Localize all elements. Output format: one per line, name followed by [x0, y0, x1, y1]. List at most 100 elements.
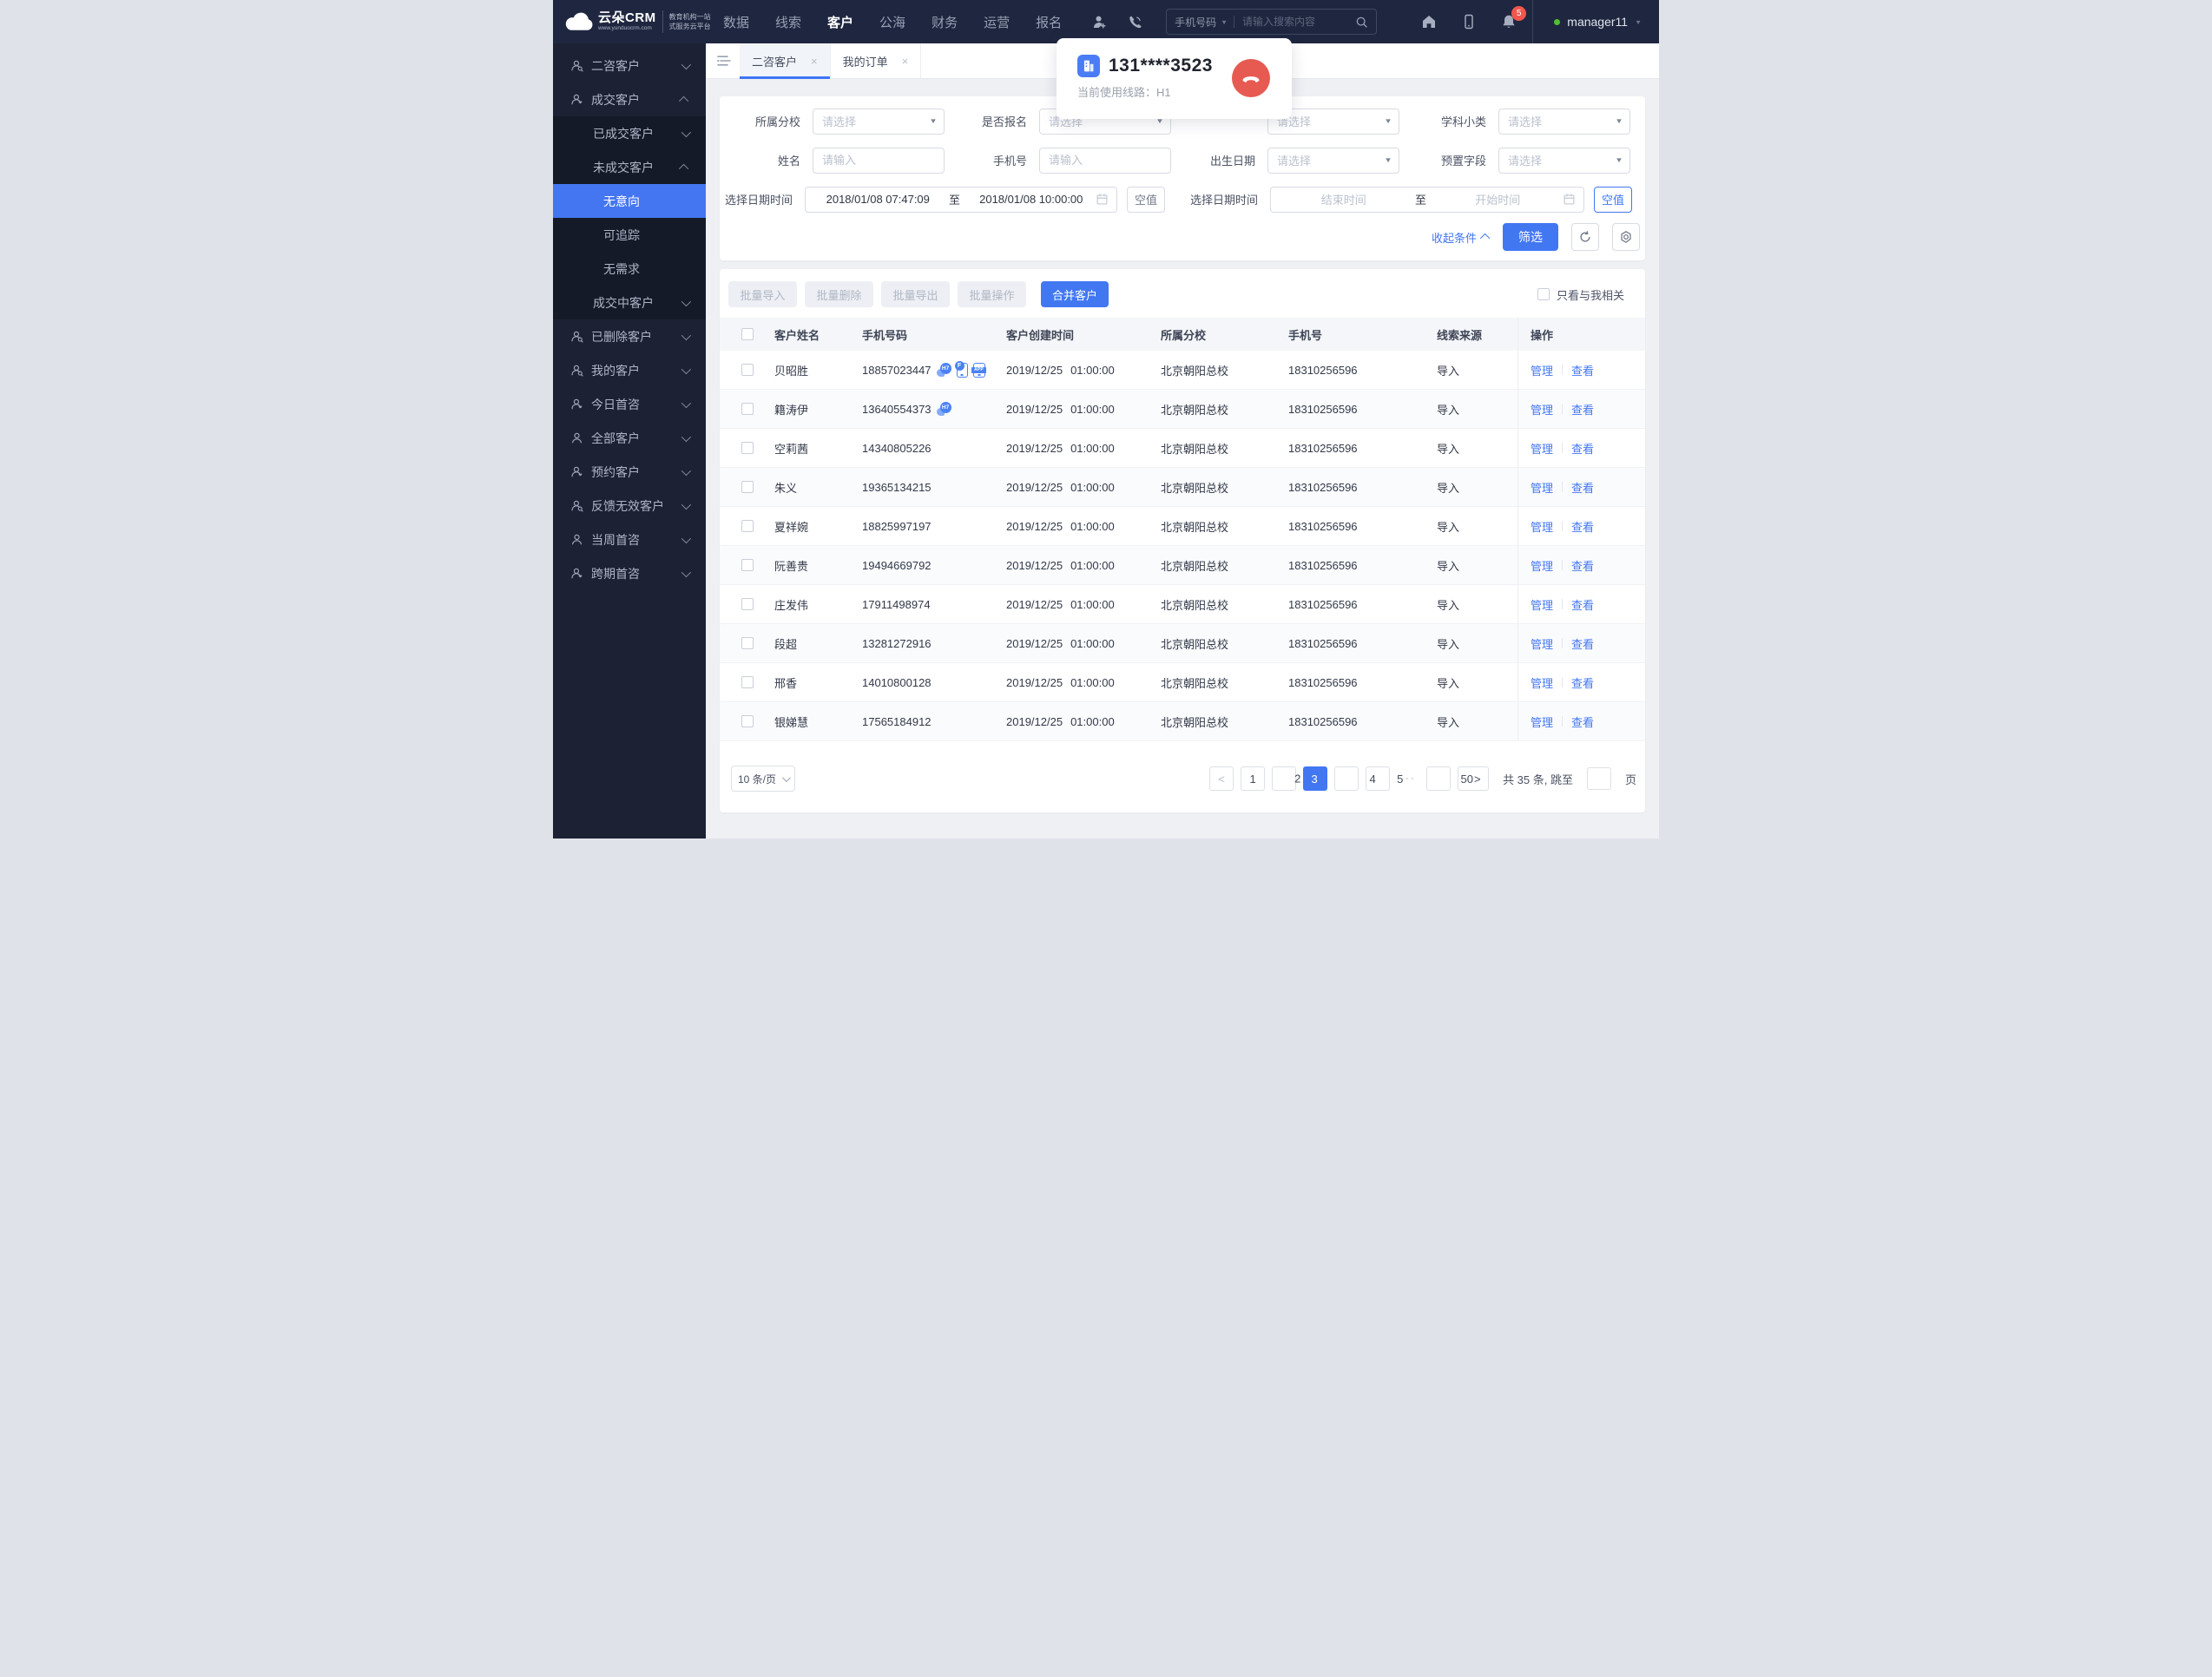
- row-checkbox[interactable]: [741, 481, 754, 493]
- add-person-icon[interactable]: [1091, 14, 1108, 30]
- app-icon[interactable]: APP: [971, 362, 987, 378]
- search-category-select[interactable]: 手机号码 ▼: [1175, 15, 1228, 30]
- page-label-5[interactable]: 5 ··: [1397, 773, 1419, 786]
- sidebar-item-today-first-consult[interactable]: 今日首咨: [553, 387, 706, 421]
- h7-icon[interactable]: H7: [936, 363, 951, 378]
- date-range-picker-1[interactable]: 2018/01/08 07:47:09 至 2018/01/08 10:00:0…: [805, 186, 1117, 213]
- sidebar-item-cross-period-first-consult[interactable]: 跨期首咨: [553, 556, 706, 590]
- phone-input[interactable]: [1040, 148, 1170, 173]
- row-checkbox[interactable]: [741, 676, 754, 688]
- nav-item-operations[interactable]: 运营: [984, 13, 1010, 31]
- mobile-icon[interactable]: [1460, 13, 1478, 30]
- sidebar-item-all-customers[interactable]: 全部客户: [553, 421, 706, 455]
- call-phone-icon[interactable]: [1127, 14, 1143, 30]
- manage-link[interactable]: 管理: [1531, 557, 1553, 574]
- h7-icon[interactable]: H7: [936, 402, 951, 417]
- refresh-button[interactable]: [1571, 223, 1599, 251]
- date-range-picker-2[interactable]: 结束时间 至 开始时间: [1270, 186, 1584, 213]
- row-checkbox[interactable]: [741, 637, 754, 649]
- jump-page-input[interactable]: [1586, 767, 1611, 790]
- nav-item-leads[interactable]: 线索: [775, 13, 801, 31]
- row-checkbox[interactable]: [741, 403, 754, 415]
- view-link[interactable]: 查看: [1571, 557, 1594, 574]
- sidebar-item-invalid-feedback-customers[interactable]: 反馈无效客户: [553, 489, 706, 523]
- nav-item-customers[interactable]: 客户: [827, 13, 853, 31]
- manage-link[interactable]: 管理: [1531, 362, 1553, 378]
- row-checkbox[interactable]: [741, 559, 754, 571]
- page-button-3-active[interactable]: 2 3: [1294, 766, 1328, 791]
- hangup-button[interactable]: [1232, 59, 1270, 97]
- manage-link[interactable]: 管理: [1531, 518, 1553, 535]
- page-button-empty[interactable]: [1272, 766, 1297, 791]
- view-link[interactable]: 查看: [1571, 674, 1594, 691]
- tab-second-consult-customers[interactable]: 二咨客户 ×: [740, 43, 831, 79]
- sidebar-item-deal-in-progress[interactable]: 成交中客户: [553, 286, 706, 319]
- view-link[interactable]: 查看: [1571, 596, 1594, 613]
- sidebar-item-deal-done[interactable]: 已成交客户: [553, 116, 706, 150]
- brand-logo[interactable]: 云朵CRM www.yunduocrm.com 教育机构一站 式服务云平台: [553, 10, 711, 33]
- view-link[interactable]: 查看: [1571, 401, 1594, 418]
- name-input[interactable]: [813, 148, 944, 173]
- view-link[interactable]: 查看: [1571, 518, 1594, 535]
- batch-export-button[interactable]: 批量导出: [881, 281, 950, 307]
- row-checkbox[interactable]: [741, 442, 754, 454]
- nav-item-finance[interactable]: 财务: [932, 13, 958, 31]
- batch-operate-button[interactable]: 批量操作: [958, 281, 1026, 307]
- sidebar-item-deal-not-done[interactable]: 未成交客户: [553, 150, 706, 184]
- user-menu[interactable]: manager11 ▼: [1532, 0, 1659, 43]
- collapse-conditions-link[interactable]: 收起条件: [1432, 229, 1491, 246]
- preset-field-select[interactable]: 请选择 ▼: [1498, 147, 1630, 174]
- page-button-empty[interactable]: [1426, 766, 1452, 791]
- nav-item-enrollment[interactable]: 报名: [1036, 13, 1062, 31]
- row-checkbox[interactable]: [741, 520, 754, 532]
- select-all-checkbox[interactable]: [741, 328, 754, 340]
- tab-list-icon[interactable]: [717, 43, 731, 78]
- manage-link[interactable]: 管理: [1531, 714, 1553, 730]
- birthdate-select[interactable]: 请选择 ▼: [1267, 147, 1399, 174]
- last-page-button[interactable]: 50 >: [1458, 766, 1490, 791]
- row-checkbox[interactable]: [741, 715, 754, 727]
- page-button-4[interactable]: 4: [1366, 766, 1391, 791]
- empty-value-button-2[interactable]: 空值: [1594, 186, 1632, 213]
- branch-select[interactable]: 请选择 ▼: [813, 108, 945, 135]
- manage-link[interactable]: 管理: [1531, 596, 1553, 613]
- sidebar-item-deleted-customers[interactable]: 已删除客户: [553, 319, 706, 353]
- prev-page-button[interactable]: <: [1209, 766, 1234, 791]
- nav-item-data[interactable]: 数据: [723, 13, 749, 31]
- search-icon[interactable]: [1355, 16, 1368, 29]
- manage-link[interactable]: 管理: [1531, 401, 1553, 418]
- close-icon[interactable]: ×: [902, 55, 909, 68]
- row-checkbox[interactable]: [741, 364, 754, 376]
- only-mine-checkbox[interactable]: [1537, 288, 1550, 300]
- home-icon[interactable]: [1420, 13, 1438, 30]
- manage-link[interactable]: 管理: [1531, 674, 1553, 691]
- settings-button[interactable]: [1612, 223, 1640, 251]
- search-input[interactable]: [1241, 15, 1350, 29]
- view-link[interactable]: 查看: [1571, 635, 1594, 652]
- sidebar-item-my-customers[interactable]: 我的客户: [553, 353, 706, 387]
- view-link[interactable]: 查看: [1571, 479, 1594, 496]
- manage-link[interactable]: 管理: [1531, 440, 1553, 457]
- sidebar-item-deal-customers[interactable]: 成交客户: [553, 82, 706, 116]
- per-page-select[interactable]: 10 条/页: [731, 766, 795, 792]
- merge-customers-button[interactable]: 合并客户: [1041, 281, 1109, 307]
- batch-delete-button[interactable]: 批量删除: [805, 281, 873, 307]
- f-icon[interactable]: F: [954, 360, 968, 378]
- subject-subcategory-select[interactable]: 请选择 ▼: [1498, 108, 1630, 135]
- empty-value-button-1[interactable]: 空值: [1127, 186, 1165, 213]
- notification-bell-icon[interactable]: 5: [1500, 6, 1527, 30]
- view-link[interactable]: 查看: [1571, 362, 1594, 378]
- nav-item-public-pool[interactable]: 公海: [879, 13, 905, 31]
- sidebar-item-second-consult-customers[interactable]: 二咨客户: [553, 49, 706, 82]
- sidebar-item-no-intention[interactable]: 无意向: [553, 184, 706, 218]
- filter-button[interactable]: 筛选: [1503, 223, 1558, 251]
- page-button-empty[interactable]: [1334, 766, 1359, 791]
- sidebar-item-week-first-consult[interactable]: 当周首咨: [553, 523, 706, 556]
- sidebar-item-appointment-customers[interactable]: 预约客户: [553, 455, 706, 489]
- manage-link[interactable]: 管理: [1531, 635, 1553, 652]
- sidebar-item-no-demand[interactable]: 无需求: [553, 252, 706, 286]
- batch-import-button[interactable]: 批量导入: [728, 281, 797, 307]
- view-link[interactable]: 查看: [1571, 714, 1594, 730]
- tab-my-orders[interactable]: 我的订单 ×: [830, 43, 922, 78]
- manage-link[interactable]: 管理: [1531, 479, 1553, 496]
